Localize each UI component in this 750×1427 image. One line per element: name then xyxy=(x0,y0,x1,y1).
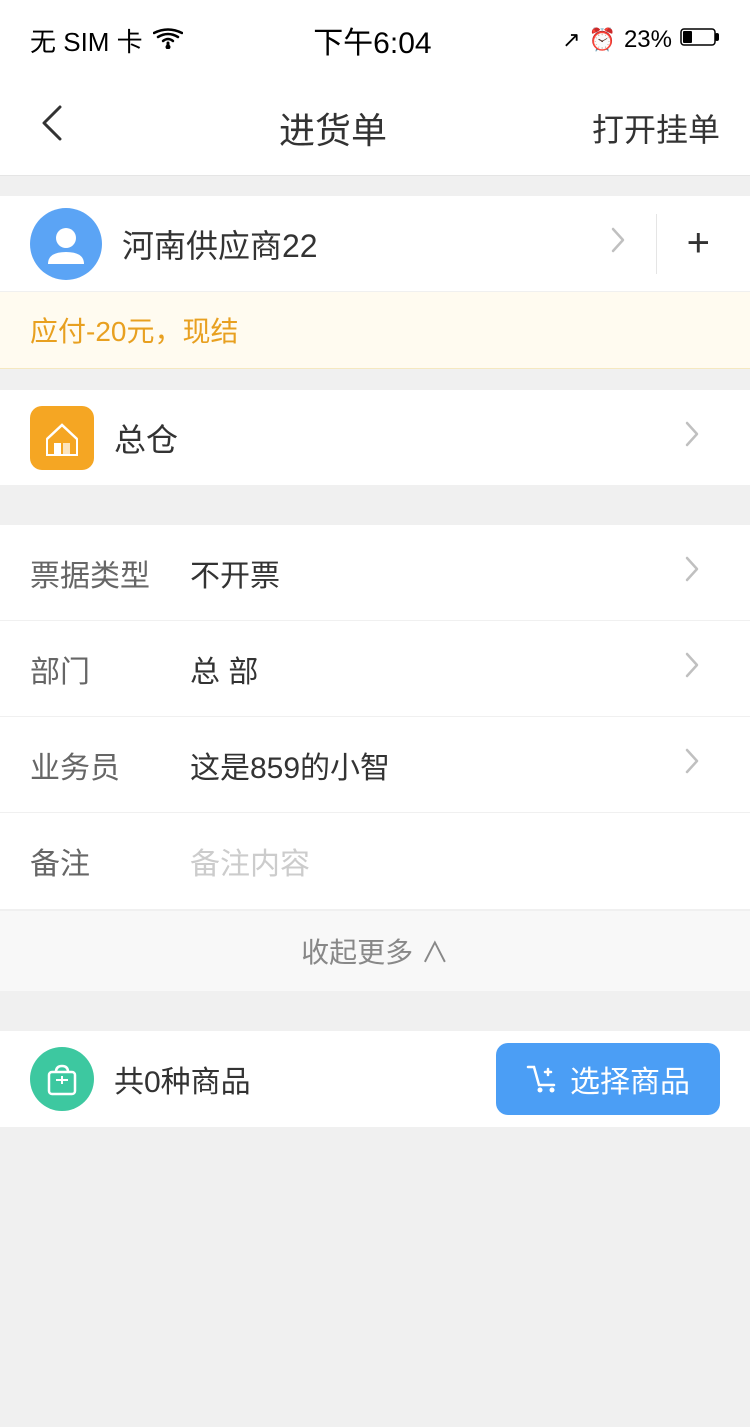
carrier-label: 无 SIM 卡 xyxy=(30,22,143,59)
remark-row[interactable]: 备注 备注内容 xyxy=(0,813,750,909)
remark-label: 备注 xyxy=(30,839,170,883)
status-left: 无 SIM 卡 xyxy=(30,22,183,59)
product-count: 共0种商品 xyxy=(114,1057,496,1101)
bill-type-chevron-icon xyxy=(684,555,700,590)
section-gap-2 xyxy=(0,369,750,389)
salesperson-row[interactable]: 业务员 这是859的小智 xyxy=(0,717,750,813)
bottom-bar: 共0种商品 选择商品 xyxy=(0,1031,750,1127)
supplier-avatar xyxy=(30,208,102,280)
supplier-row[interactable]: 河南供应商22 + xyxy=(0,196,750,292)
add-supplier-button[interactable]: + xyxy=(667,211,720,276)
salesperson-chevron-icon xyxy=(684,747,700,782)
nav-bar: 进货单 打开挂单 xyxy=(0,80,750,176)
location-icon: ↗ xyxy=(562,27,580,53)
supplier-chevron-icon xyxy=(610,226,626,261)
alarm-icon: ⏰ xyxy=(589,27,616,53)
remark-input[interactable]: 备注内容 xyxy=(170,839,720,883)
page-title: 进货单 xyxy=(279,102,387,154)
supplier-name: 河南供应商22 xyxy=(122,221,610,267)
salesperson-value: 这是859的小智 xyxy=(170,743,684,787)
bill-type-value: 不开票 xyxy=(170,551,684,595)
battery-label: 23% xyxy=(624,26,672,54)
section-gap-3 xyxy=(0,485,750,505)
warehouse-name: 总仓 xyxy=(114,415,684,461)
back-button[interactable] xyxy=(30,93,74,162)
select-product-button[interactable]: 选择商品 xyxy=(496,1043,720,1115)
notice-banner: 应付-20元，现结 xyxy=(0,292,750,369)
department-row[interactable]: 部门 总 部 xyxy=(0,621,750,717)
gray-fill-area xyxy=(0,1127,750,1427)
warehouse-chevron-icon xyxy=(684,420,700,455)
department-label: 部门 xyxy=(30,647,170,691)
warehouse-row[interactable]: 总仓 xyxy=(0,389,750,485)
section-gap-4 xyxy=(0,991,750,1011)
status-time: 下午6:04 xyxy=(313,18,431,62)
bill-type-label: 票据类型 xyxy=(30,551,170,595)
salesperson-label: 业务员 xyxy=(30,743,170,787)
open-pending-button[interactable]: 打开挂单 xyxy=(592,105,720,151)
supplier-section: 河南供应商22 + 应付-20元，现结 xyxy=(0,196,750,369)
product-icon xyxy=(30,1047,94,1111)
warehouse-section: 总仓 xyxy=(0,389,750,485)
cart-add-icon xyxy=(526,1065,560,1093)
notice-text: 应付-20元，现结 xyxy=(30,316,238,347)
status-bar: 无 SIM 卡 下午6:04 ↗ ⏰ 23% xyxy=(0,0,750,80)
department-chevron-icon xyxy=(684,651,700,686)
status-right: ↗ ⏰ 23% xyxy=(562,26,720,55)
battery-icon xyxy=(680,26,720,55)
vertical-divider xyxy=(656,214,657,274)
collapse-label: 收起更多 ∧ xyxy=(301,931,449,971)
select-product-label: 选择商品 xyxy=(570,1057,690,1101)
form-section: 票据类型 不开票 部门 总 部 业务员 这是859的小智 备注 备注内容 xyxy=(0,525,750,909)
wifi-icon xyxy=(153,25,183,56)
bill-type-row[interactable]: 票据类型 不开票 xyxy=(0,525,750,621)
section-gap-1 xyxy=(0,176,750,196)
department-value: 总 部 xyxy=(170,647,684,691)
warehouse-icon xyxy=(30,406,94,470)
collapse-button[interactable]: 收起更多 ∧ xyxy=(0,911,750,991)
